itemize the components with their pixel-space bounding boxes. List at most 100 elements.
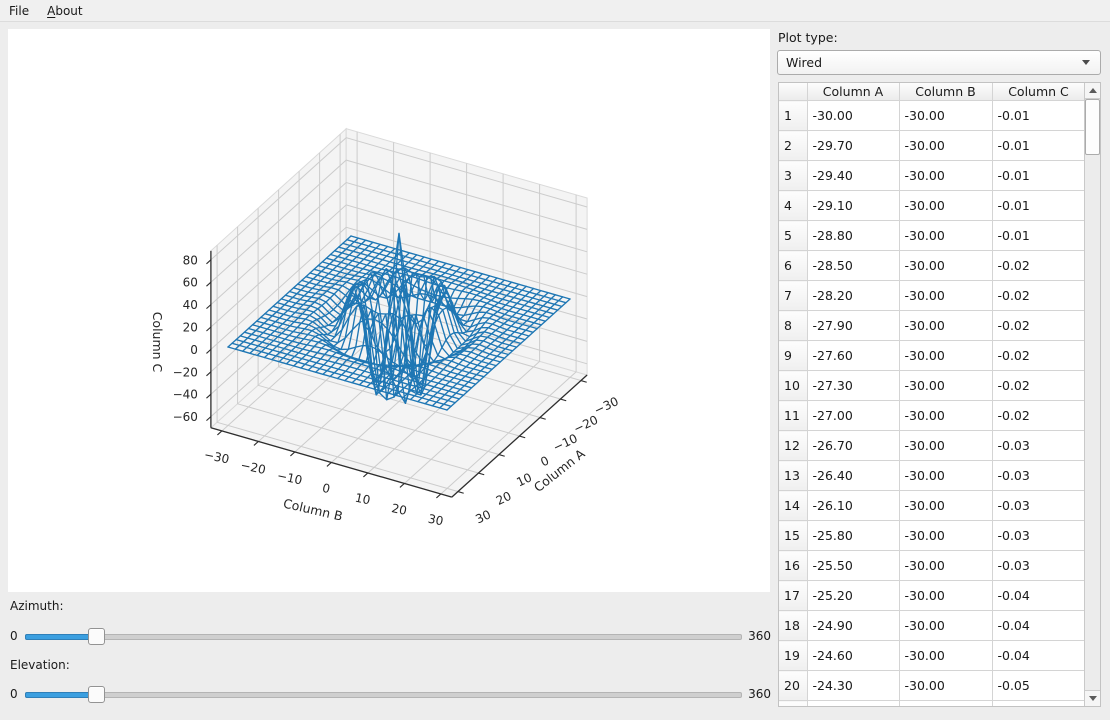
- cell-column-a[interactable]: -28.20: [807, 281, 899, 311]
- cell-column-b[interactable]: -30.00: [899, 161, 992, 191]
- row-number[interactable]: 8: [779, 311, 807, 341]
- cell-column-c[interactable]: -0.02: [992, 281, 1085, 311]
- cell-column-a[interactable]: -26.40: [807, 461, 899, 491]
- row-number[interactable]: 6: [779, 251, 807, 281]
- row-number[interactable]: 4: [779, 191, 807, 221]
- cell-column-a[interactable]: -25.50: [807, 551, 899, 581]
- cell-column-b[interactable]: -30.00: [899, 611, 992, 641]
- row-number[interactable]: 18: [779, 611, 807, 641]
- cell-column-c[interactable]: -0.04: [992, 611, 1085, 641]
- row-number[interactable]: 1: [779, 101, 807, 131]
- cell-column-c[interactable]: -0.01: [992, 161, 1085, 191]
- elevation-slider-groove[interactable]: [25, 692, 742, 698]
- cell-column-c[interactable]: -0.01: [992, 221, 1085, 251]
- azimuth-slider-handle[interactable]: [88, 628, 105, 645]
- row-number[interactable]: 3: [779, 161, 807, 191]
- cell-column-a[interactable]: -28.50: [807, 251, 899, 281]
- table-scrollbar[interactable]: [1084, 83, 1100, 706]
- cell-column-c[interactable]: -0.03: [992, 551, 1085, 581]
- cell-column-a[interactable]: -29.40: [807, 161, 899, 191]
- svg-text:−20: −20: [239, 458, 267, 477]
- elevation-slider-handle[interactable]: [88, 686, 105, 703]
- cell-column-b[interactable]: -30.00: [899, 101, 992, 131]
- cell-column-a[interactable]: -27.60: [807, 341, 899, 371]
- cell-column-c[interactable]: -0.02: [992, 371, 1085, 401]
- cell-column-b[interactable]: -30.00: [899, 641, 992, 671]
- cell-column-b[interactable]: -30.00: [899, 401, 992, 431]
- cell-column-c[interactable]: -0.03: [992, 521, 1085, 551]
- cell-column-a[interactable]: -25.20: [807, 581, 899, 611]
- row-number[interactable]: 2: [779, 131, 807, 161]
- cell-column-a[interactable]: -24.60: [807, 641, 899, 671]
- cell-column-c[interactable]: -0.03: [992, 431, 1085, 461]
- cell-column-a[interactable]: -25.80: [807, 521, 899, 551]
- row-number[interactable]: 14: [779, 491, 807, 521]
- cell-column-a[interactable]: -27.30: [807, 371, 899, 401]
- cell-column-a[interactable]: -27.00: [807, 401, 899, 431]
- cell-column-b[interactable]: -30.00: [899, 311, 992, 341]
- cell-column-c[interactable]: -0.02: [992, 251, 1085, 281]
- cell-column-a[interactable]: -27.90: [807, 311, 899, 341]
- cell-column-a[interactable]: -29.10: [807, 191, 899, 221]
- cell-column-b[interactable]: -30.00: [899, 281, 992, 311]
- cell-column-b[interactable]: -30.00: [899, 491, 992, 521]
- cell-column-c[interactable]: -0.03: [992, 491, 1085, 521]
- cell-column-b[interactable]: -30.00: [899, 581, 992, 611]
- cell-column-c[interactable]: -0.05: [992, 671, 1085, 701]
- cell-column-c[interactable]: -0.01: [992, 191, 1085, 221]
- corner-header[interactable]: [779, 83, 807, 101]
- cell-column-b[interactable]: -30.00: [899, 551, 992, 581]
- cell-column-a[interactable]: -24.30: [807, 671, 899, 701]
- cell-column-b[interactable]: -30.00: [899, 341, 992, 371]
- cell-column-b[interactable]: -30.00: [899, 521, 992, 551]
- cell-column-c[interactable]: -0.04: [992, 581, 1085, 611]
- cell-column-a[interactable]: -29.70: [807, 131, 899, 161]
- cell-column-b[interactable]: -30.00: [899, 671, 992, 701]
- cell-column-b[interactable]: -30.00: [899, 251, 992, 281]
- cell-column-b[interactable]: -30.00: [899, 461, 992, 491]
- cell-column-b[interactable]: -30.00: [899, 371, 992, 401]
- scroll-up-button[interactable]: [1085, 83, 1100, 99]
- menu-item-about[interactable]: About: [38, 2, 92, 20]
- cell-column-a[interactable]: -24.90: [807, 611, 899, 641]
- table-row: 18-24.90-30.00-0.04: [779, 611, 1085, 641]
- column-header-column-c[interactable]: Column C: [992, 83, 1085, 101]
- plot-type-select[interactable]: Wired: [777, 50, 1101, 75]
- scroll-down-button[interactable]: [1085, 690, 1100, 706]
- cell-column-a[interactable]: -26.70: [807, 431, 899, 461]
- row-number[interactable]: 9: [779, 341, 807, 371]
- svg-text:0: 0: [321, 481, 331, 496]
- row-number[interactable]: 17: [779, 581, 807, 611]
- menu-item-file[interactable]: File: [0, 2, 38, 20]
- cell-column-c[interactable]: -0.01: [992, 131, 1085, 161]
- cell-column-a[interactable]: -30.00: [807, 101, 899, 131]
- cell-column-c[interactable]: -0.01: [992, 101, 1085, 131]
- cell-column-a[interactable]: -26.10: [807, 491, 899, 521]
- cell-column-b[interactable]: -30.00: [899, 221, 992, 251]
- row-number[interactable]: 19: [779, 641, 807, 671]
- cell-column-c[interactable]: -0.04: [992, 641, 1085, 671]
- cell-column-c[interactable]: -0.02: [992, 311, 1085, 341]
- scrollbar-thumb[interactable]: [1085, 99, 1100, 155]
- row-number[interactable]: 5: [779, 221, 807, 251]
- row-number[interactable]: 7: [779, 281, 807, 311]
- row-number[interactable]: 13: [779, 461, 807, 491]
- row-number[interactable]: 11: [779, 401, 807, 431]
- cell-column-c[interactable]: -0.03: [992, 461, 1085, 491]
- row-number[interactable]: 10: [779, 371, 807, 401]
- cell-column-b[interactable]: -30.00: [899, 431, 992, 461]
- azimuth-slider-groove[interactable]: [25, 634, 742, 640]
- column-header-column-b[interactable]: Column B: [899, 83, 992, 101]
- azimuth-slider[interactable]: 0 360: [25, 628, 740, 644]
- row-number[interactable]: 12: [779, 431, 807, 461]
- row-number[interactable]: 15: [779, 521, 807, 551]
- cell-column-c[interactable]: -0.02: [992, 341, 1085, 371]
- cell-column-c[interactable]: -0.02: [992, 401, 1085, 431]
- row-number[interactable]: 16: [779, 551, 807, 581]
- cell-column-a[interactable]: -28.80: [807, 221, 899, 251]
- row-number[interactable]: 20: [779, 671, 807, 701]
- cell-column-b[interactable]: -30.00: [899, 191, 992, 221]
- elevation-slider[interactable]: 0 360: [25, 686, 740, 702]
- cell-column-b[interactable]: -30.00: [899, 131, 992, 161]
- column-header-column-a[interactable]: Column A: [807, 83, 899, 101]
